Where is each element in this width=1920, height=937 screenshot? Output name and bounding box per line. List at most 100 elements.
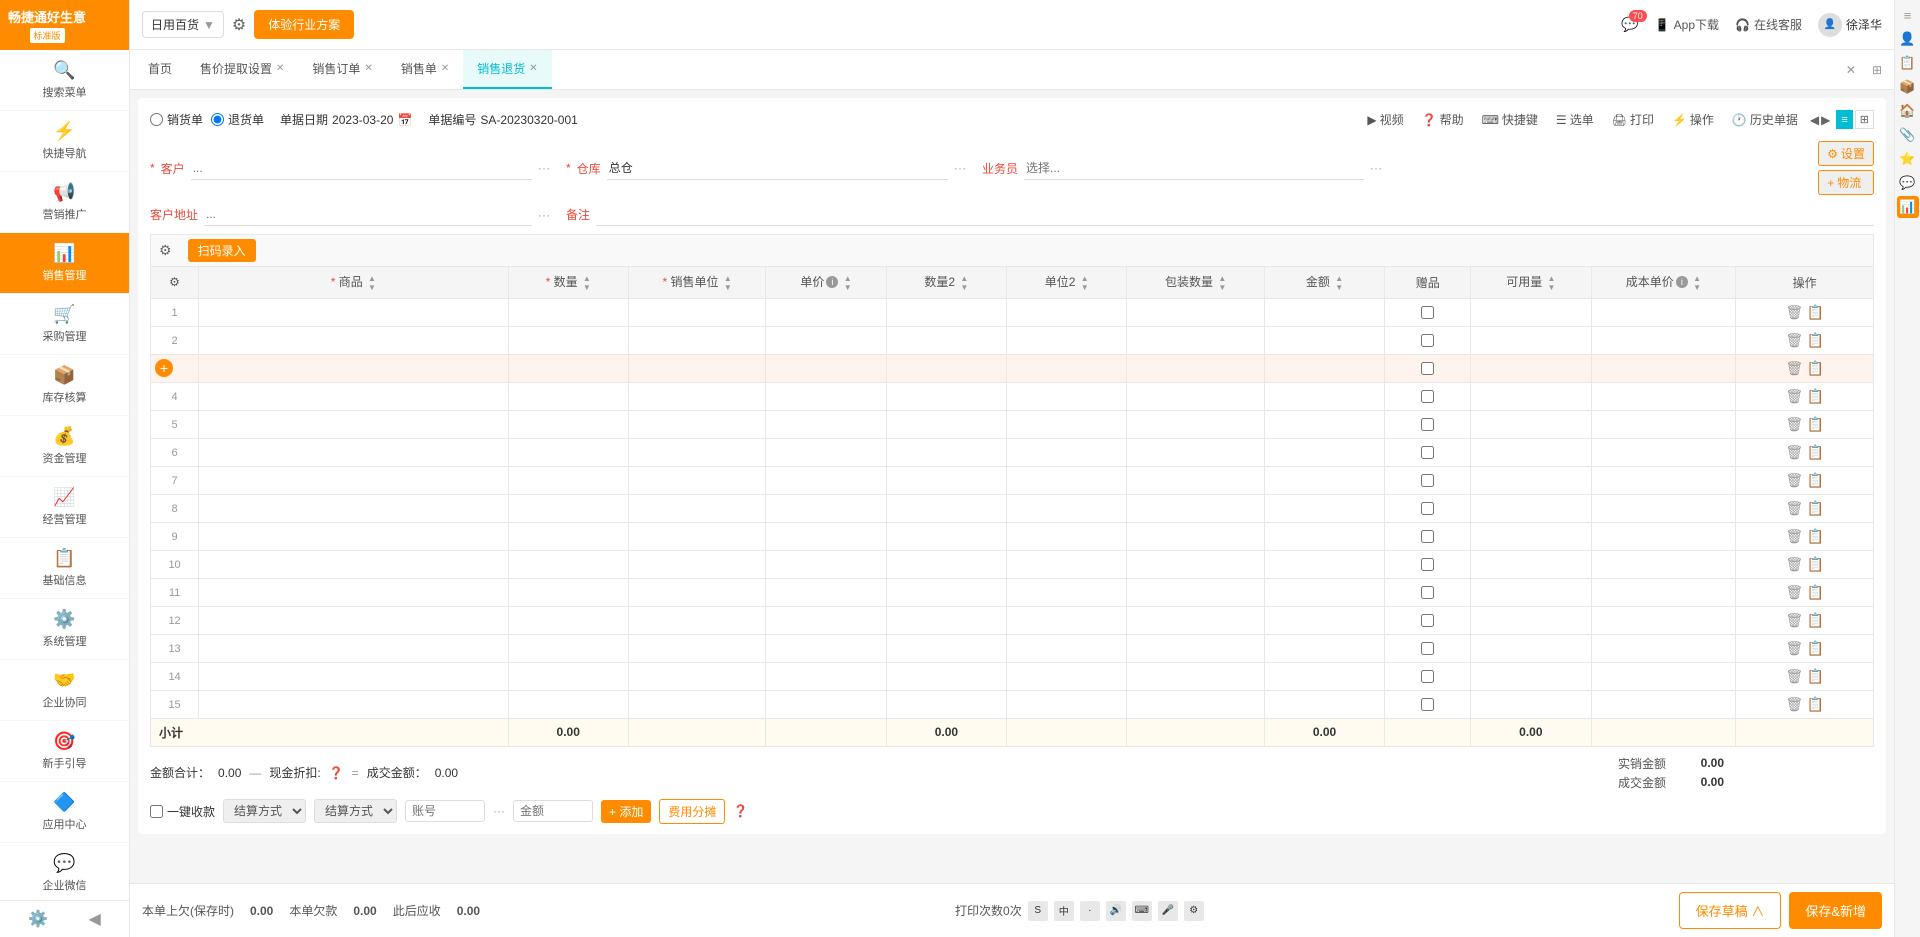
help-button[interactable]: ❓ 帮助 — [1416, 108, 1470, 131]
price-cell[interactable] — [766, 634, 886, 662]
gift-checkbox[interactable] — [1421, 446, 1434, 459]
video-button[interactable]: ▶ 视频 — [1361, 108, 1409, 131]
sidebar-item-basics[interactable]: 📋 基础信息 — [0, 538, 129, 599]
qty-cell[interactable] — [508, 522, 628, 550]
price-cell[interactable] — [766, 606, 886, 634]
ime-icon2[interactable]: · — [1080, 901, 1100, 921]
gift-checkbox[interactable] — [1421, 418, 1434, 431]
gift-checkbox[interactable] — [1421, 474, 1434, 487]
qty2-cell[interactable] — [886, 466, 1006, 494]
unit2-cell[interactable] — [1007, 326, 1127, 354]
delete-row-icon[interactable]: 🗑 — [1785, 584, 1803, 600]
delete-row-icon[interactable]: 🗑 — [1785, 556, 1803, 572]
qty2-cell[interactable] — [886, 354, 1006, 382]
fenyong-button[interactable]: 费用分摊 — [659, 799, 725, 824]
cost-unit-cell[interactable] — [1591, 438, 1736, 466]
product-cell[interactable] — [199, 354, 508, 382]
close-all-tabs-icon[interactable]: ✕ — [1838, 55, 1864, 85]
product-cell[interactable] — [199, 438, 508, 466]
sidebar-item-marketing[interactable]: 📢 营销推广 — [0, 172, 129, 233]
cost-unit-cell[interactable] — [1591, 662, 1736, 690]
prev-record-icon[interactable]: ◀ — [1810, 113, 1819, 127]
gift-checkbox[interactable] — [1421, 642, 1434, 655]
radio-delivery[interactable] — [150, 113, 163, 126]
gift-checkbox[interactable] — [1421, 362, 1434, 375]
qty-cell[interactable] — [508, 298, 628, 326]
gift-checkbox[interactable] — [1421, 558, 1434, 571]
product-cell[interactable] — [199, 634, 508, 662]
tab-price-setting[interactable]: 售价提取设置 ✕ — [186, 50, 298, 89]
available-cell[interactable] — [1471, 494, 1591, 522]
one-click-payment-checkbox[interactable]: 一键收款 — [150, 803, 215, 820]
unit-cell[interactable] — [628, 522, 766, 550]
sidebar-item-finance[interactable]: 💰 资金管理 — [0, 416, 129, 477]
qty-cell[interactable] — [508, 606, 628, 634]
qty2-cell[interactable] — [886, 494, 1006, 522]
message-button[interactable]: 💬 70 — [1621, 16, 1638, 33]
unit-cell[interactable] — [628, 410, 766, 438]
save-draft-button[interactable]: 保存草稿 ∧ — [1679, 892, 1782, 929]
pkg-qty-cell[interactable] — [1127, 662, 1265, 690]
trial-button[interactable]: 体验行业方案 — [254, 10, 354, 39]
save-new-button[interactable]: 保存&新增 — [1789, 892, 1882, 929]
pkg-qty-cell[interactable] — [1127, 298, 1265, 326]
unit-cell[interactable] — [628, 494, 766, 522]
unit2-cell[interactable] — [1007, 606, 1127, 634]
right-icon-8[interactable]: 💬 — [1897, 172, 1919, 194]
qty-cell[interactable] — [508, 494, 628, 522]
app-download-button[interactable]: 📱 App下载 — [1655, 16, 1719, 33]
copy-row-icon[interactable]: 📋 — [1807, 360, 1824, 376]
sidebar-item-search[interactable]: 🔍 搜索菜单 — [0, 50, 129, 111]
sidebar-item-weixin[interactable]: 💬 企业微信 — [0, 843, 129, 900]
pkg-qty-cell[interactable] — [1127, 438, 1265, 466]
copy-row-icon[interactable]: 📋 — [1807, 444, 1824, 460]
qty-cell[interactable] — [508, 410, 628, 438]
history-button[interactable]: 🕐 历史单据 — [1726, 108, 1804, 131]
unit-cell[interactable] — [628, 354, 766, 382]
amount-cell[interactable] — [1264, 494, 1384, 522]
sidebar-item-sales[interactable]: 📊 销售管理 — [0, 233, 129, 294]
unit2-cell[interactable] — [1007, 690, 1127, 718]
qty-cell[interactable] — [508, 578, 628, 606]
radio-return-label[interactable]: 退货单 — [211, 111, 264, 128]
copy-row-icon[interactable]: 📋 — [1807, 472, 1824, 488]
cost-unit-cell[interactable] — [1591, 690, 1736, 718]
qty-cell[interactable] — [508, 438, 628, 466]
address-more-icon[interactable]: ··· — [538, 208, 550, 222]
available-cell[interactable] — [1471, 550, 1591, 578]
available-cell[interactable] — [1471, 382, 1591, 410]
qty2-cell[interactable] — [886, 578, 1006, 606]
qty2-cell[interactable] — [886, 522, 1006, 550]
qty2-cell[interactable] — [886, 634, 1006, 662]
copy-row-icon[interactable]: 📋 — [1807, 528, 1824, 544]
gift-checkbox[interactable] — [1421, 334, 1434, 347]
qty-cell[interactable] — [508, 634, 628, 662]
account-input[interactable] — [405, 800, 485, 822]
cost-unit-cell[interactable] — [1591, 466, 1736, 494]
gift-checkbox[interactable] — [1421, 306, 1434, 319]
qty2-cell[interactable] — [886, 690, 1006, 718]
right-icon-3[interactable]: 📋 — [1897, 52, 1919, 74]
product-cell[interactable] — [199, 606, 508, 634]
product-cell[interactable] — [199, 410, 508, 438]
cost-unit-cell[interactable] — [1591, 578, 1736, 606]
unit-cell[interactable] — [628, 690, 766, 718]
copy-row-icon[interactable]: 📋 — [1807, 668, 1824, 684]
available-cell[interactable] — [1471, 326, 1591, 354]
qty-cell[interactable] — [508, 326, 628, 354]
amount-cell[interactable] — [1264, 606, 1384, 634]
price-cell[interactable] — [766, 522, 886, 550]
unit2-cell[interactable] — [1007, 662, 1127, 690]
gift-cell[interactable] — [1385, 522, 1471, 550]
qty2-cell[interactable] — [886, 606, 1006, 634]
user-menu[interactable]: 👤 徐泽华 — [1818, 13, 1882, 37]
gift-cell[interactable] — [1385, 550, 1471, 578]
available-cell[interactable] — [1471, 578, 1591, 606]
amount-cell[interactable] — [1264, 690, 1384, 718]
right-icon-1[interactable]: ≡ — [1897, 4, 1919, 26]
print-button[interactable]: 🖨 打印 — [1606, 108, 1660, 131]
gift-cell[interactable] — [1385, 298, 1471, 326]
gift-cell[interactable] — [1385, 466, 1471, 494]
unit2-cell[interactable] — [1007, 494, 1127, 522]
qty2-cell[interactable] — [886, 550, 1006, 578]
